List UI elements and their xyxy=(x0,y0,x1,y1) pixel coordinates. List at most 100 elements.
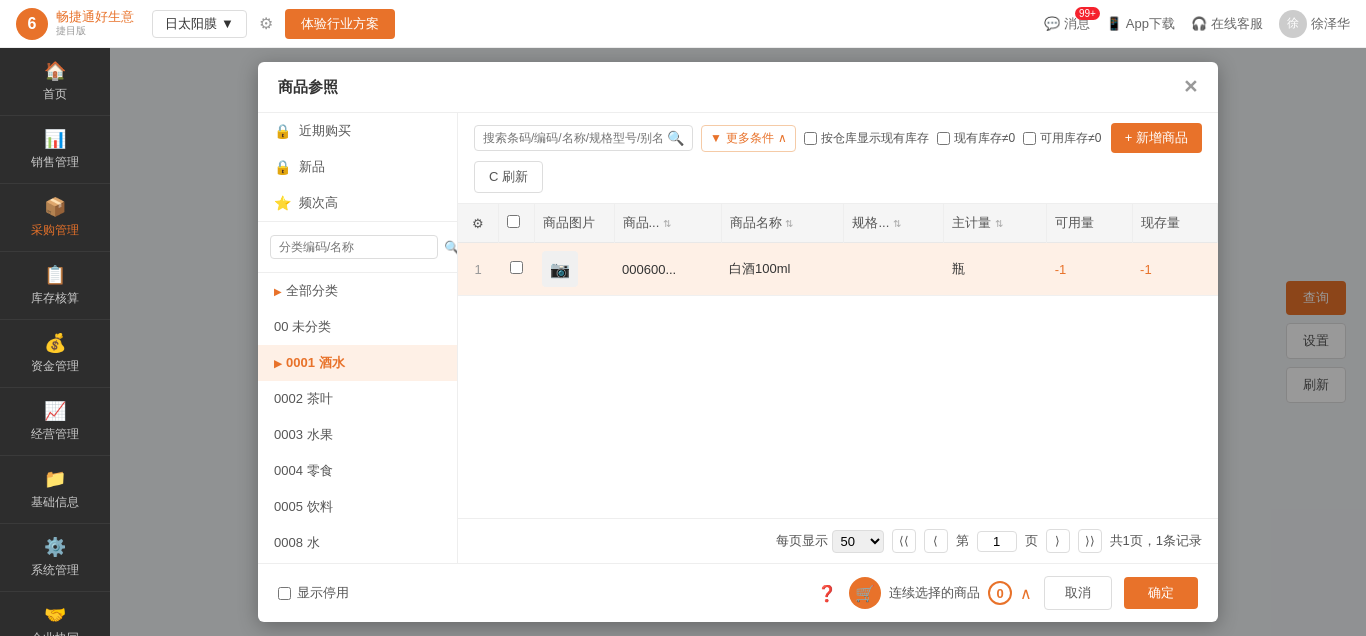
th-image[interactable]: 商品图片 xyxy=(534,204,614,243)
message-icon: 💬 xyxy=(1044,16,1060,31)
prev-page-button[interactable]: ⟨ xyxy=(924,529,948,553)
product-table: ⚙ 商品图片 商品... ⇅ xyxy=(458,204,1218,296)
more-filter-button[interactable]: ▼ 更多条件 ∧ xyxy=(701,125,796,152)
warehouse-stock-checkbox[interactable] xyxy=(804,132,817,145)
modal-close-button[interactable]: ✕ xyxy=(1183,76,1198,98)
enterprise-icon: 🤝 xyxy=(44,604,66,626)
category-search-bar: 🔍 《 xyxy=(258,222,457,273)
system-icon: ⚙️ xyxy=(44,536,66,558)
avatar: 徐 xyxy=(1279,10,1307,38)
sidebar-item-operations[interactable]: 📈 经营管理 xyxy=(0,388,110,456)
sidebar-item-purchase[interactable]: 📦 采购管理 xyxy=(0,184,110,252)
collapse-cart-button[interactable]: ∧ xyxy=(1020,584,1032,603)
first-page-button[interactable]: ⟨⟨ xyxy=(892,529,916,553)
sidebar: 🏠 首页 📊 销售管理 📦 采购管理 📋 库存核算 💰 资金管理 📈 经营管理 … xyxy=(0,48,110,636)
show-disabled-input[interactable] xyxy=(278,587,291,600)
row-unit: 瓶 xyxy=(944,243,1047,296)
page-size-selector: 每页显示 50 10 20 100 xyxy=(776,530,884,553)
category-item-all[interactable]: ▶ 全部分类 xyxy=(258,273,457,309)
sort-icon-unit: ⇅ xyxy=(995,218,1003,229)
category-list: ▶ 全部分类 00 未分类 ▶ 0001 酒水 0002 茶 xyxy=(258,273,457,563)
th-settings[interactable]: ⚙ xyxy=(458,204,498,243)
th-available[interactable]: 可用量 xyxy=(1047,204,1132,243)
store-selector[interactable]: 日太阳膜 ▼ xyxy=(152,10,247,38)
category-item-water[interactable]: 0008 水 xyxy=(258,525,457,561)
available-stock-filter[interactable]: 可用库存≠0 xyxy=(1023,130,1101,147)
messages-nav-item[interactable]: 💬 消息 99+ xyxy=(1044,15,1090,33)
th-checkbox[interactable] xyxy=(498,204,534,243)
th-unit[interactable]: 主计量 ⇅ xyxy=(944,204,1047,243)
help-icon[interactable]: ❓ xyxy=(817,584,837,603)
category-item-snack[interactable]: 0004 零食 xyxy=(258,453,457,489)
cancel-button[interactable]: 取消 xyxy=(1044,576,1112,610)
page-size-select[interactable]: 50 10 20 100 xyxy=(832,530,884,553)
table-row[interactable]: 1 📷 000600... 白酒100ml 瓶 xyxy=(458,243,1218,296)
nav-right: 💬 消息 99+ 📱 App下载 🎧 在线客服 徐 徐泽华 xyxy=(1044,10,1350,38)
app-download-nav-item[interactable]: 📱 App下载 xyxy=(1106,15,1175,33)
inventory-icon: 📋 xyxy=(44,264,66,286)
available-stock-checkbox[interactable] xyxy=(1023,132,1036,145)
modal-header: 商品参照 ✕ xyxy=(258,62,1218,113)
sidebar-item-system[interactable]: ⚙️ 系统管理 xyxy=(0,524,110,592)
search-toolbar: 🔍 ▼ 更多条件 ∧ 按仓库显示现有库存 xyxy=(458,113,1218,204)
quick-item-frequent[interactable]: ⭐ 频次高 xyxy=(258,185,457,221)
cart-icon: 🛒 xyxy=(849,577,881,609)
warehouse-stock-filter[interactable]: 按仓库显示现有库存 xyxy=(804,130,929,147)
filter-icon: ▼ xyxy=(710,131,722,145)
settings-icon[interactable]: ⚙ xyxy=(259,14,273,33)
row-select-checkbox[interactable] xyxy=(510,261,523,274)
product-table-area: ⚙ 商品图片 商品... ⇅ xyxy=(458,204,1218,518)
message-badge: 99+ xyxy=(1075,7,1100,20)
cart-area: 🛒 连续选择的商品 0 ∧ xyxy=(849,577,1032,609)
category-item-tea[interactable]: 0002 茶叶 xyxy=(258,381,457,417)
modal-title: 商品参照 xyxy=(278,78,338,97)
logo-sub: 捷目版 xyxy=(56,24,134,38)
th-code[interactable]: 商品... ⇅ xyxy=(614,204,721,243)
category-search-icon[interactable]: 🔍 xyxy=(444,240,458,255)
home-icon: 🏠 xyxy=(44,60,66,82)
sidebar-item-basic-info[interactable]: 📁 基础信息 xyxy=(0,456,110,524)
category-item-uncategorized[interactable]: 00 未分类 xyxy=(258,309,457,345)
operations-icon: 📈 xyxy=(44,400,66,422)
th-stock[interactable]: 现存量 xyxy=(1132,204,1217,243)
user-nav-item[interactable]: 徐 徐泽华 xyxy=(1279,10,1350,38)
product-reference-modal: 商品参照 ✕ 🔒 近期购买 🔒 xyxy=(258,62,1218,622)
refresh-button[interactable]: C 刷新 xyxy=(474,161,543,193)
select-all-checkbox[interactable] xyxy=(507,215,520,228)
page-number-input[interactable] xyxy=(977,531,1017,552)
search-icon[interactable]: 🔍 xyxy=(667,130,684,146)
modal-body: 🔒 近期购买 🔒 新品 ⭐ 频次高 xyxy=(258,113,1218,563)
show-disabled-checkbox[interactable]: 显示停用 xyxy=(278,584,349,602)
current-stock-checkbox[interactable] xyxy=(937,132,950,145)
next-page-button[interactable]: ⟩ xyxy=(1046,529,1070,553)
table-header-row: ⚙ 商品图片 商品... ⇅ xyxy=(458,204,1218,243)
product-thumbnail: 📷 xyxy=(542,251,578,287)
logo-area: 6 畅捷通好生意 捷目版 xyxy=(16,8,136,40)
quick-item-new[interactable]: 🔒 新品 xyxy=(258,149,457,185)
trial-button[interactable]: 体验行业方案 xyxy=(285,9,395,39)
th-name[interactable]: 商品名称 ⇅ xyxy=(721,204,844,243)
online-service-nav-item[interactable]: 🎧 在线客服 xyxy=(1191,15,1263,33)
sidebar-item-home[interactable]: 🏠 首页 xyxy=(0,48,110,116)
sort-icon-code: ⇅ xyxy=(663,218,671,229)
th-spec[interactable]: 规格... ⇅ xyxy=(844,204,944,243)
category-search-input[interactable] xyxy=(270,235,438,259)
category-item-beverage[interactable]: 0005 饮料 xyxy=(258,489,457,525)
sidebar-item-enterprise[interactable]: 🤝 企业协同 xyxy=(0,592,110,636)
quick-item-recent[interactable]: 🔒 近期购买 xyxy=(258,113,457,149)
sidebar-item-finance[interactable]: 💰 资金管理 xyxy=(0,320,110,388)
add-product-button[interactable]: + 新增商品 xyxy=(1111,123,1202,153)
row-checkbox[interactable] xyxy=(498,243,534,296)
sidebar-item-sales[interactable]: 📊 销售管理 xyxy=(0,116,110,184)
last-page-button[interactable]: ⟩⟩ xyxy=(1078,529,1102,553)
confirm-button[interactable]: 确定 xyxy=(1124,577,1198,609)
purchase-icon: 📦 xyxy=(44,196,66,218)
category-item-liquor[interactable]: ▶ 0001 酒水 xyxy=(258,345,457,381)
sort-icon-spec: ⇅ xyxy=(893,218,901,229)
sort-icon-name: ⇅ xyxy=(785,218,793,229)
current-stock-filter[interactable]: 现有库存≠0 xyxy=(937,130,1015,147)
sidebar-item-inventory[interactable]: 📋 库存核算 xyxy=(0,252,110,320)
product-search-input[interactable] xyxy=(483,131,663,145)
category-item-fruit[interactable]: 0003 水果 xyxy=(258,417,457,453)
lock-icon-new: 🔒 xyxy=(274,159,291,175)
